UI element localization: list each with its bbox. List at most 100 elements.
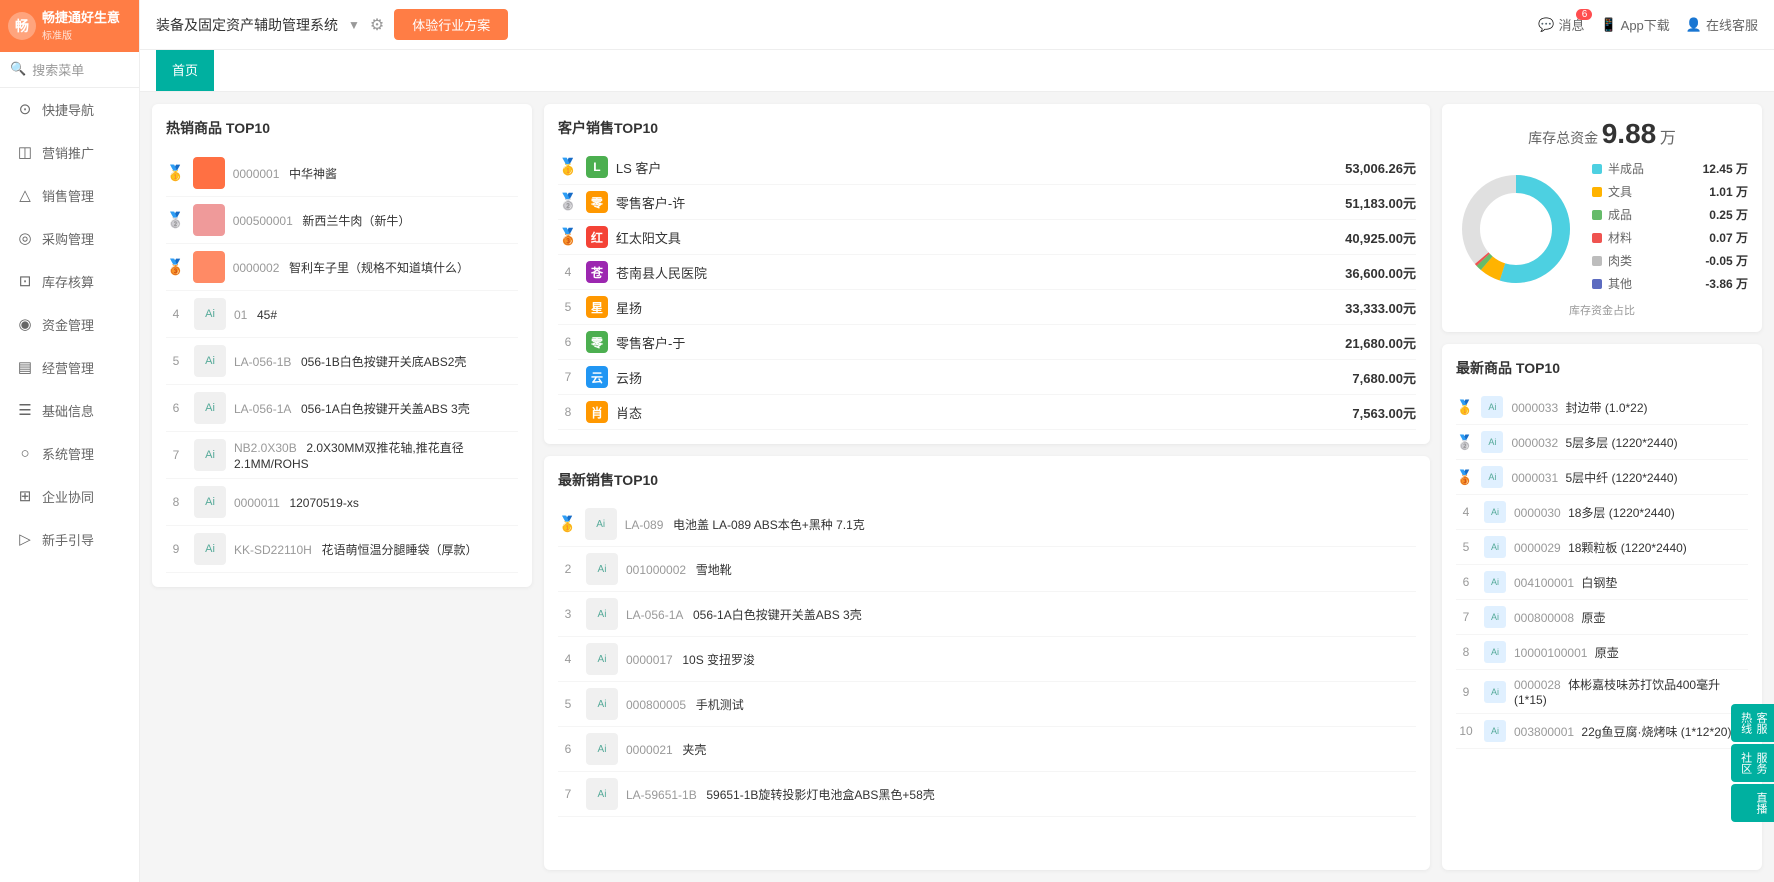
product-image-placeholder: Ai xyxy=(586,688,618,720)
product-code: LA-59651-1B xyxy=(626,788,697,802)
nav-label-marketing: 营销推广 xyxy=(42,143,94,162)
gold-medal-icon: 🥇 xyxy=(558,157,578,177)
product-name: 5层多层 (1220*2440) xyxy=(1566,436,1678,450)
sidebar-item-cooperation[interactable]: ⊞ 企业协同 xyxy=(0,475,139,518)
customer-amount: 7,680.00元 xyxy=(1352,368,1416,387)
product-code: 0000032 xyxy=(1511,436,1558,450)
inventory-unit: 万 xyxy=(1660,130,1676,147)
product-code: 004100001 xyxy=(1514,576,1574,590)
top-customer-row: 4 苍 苍南县人民医院 36,600.00元 xyxy=(558,255,1416,290)
product-icon: Ai xyxy=(1491,507,1499,517)
product-name: 雪地靴 xyxy=(696,563,732,577)
basic-info-icon: ☰ xyxy=(16,401,34,419)
legend-label: 肉类 xyxy=(1608,252,1632,269)
hot-product-row: 9 Ai KK-SD22110H 花语萌恒温分腿睡袋（厚款） xyxy=(166,526,518,573)
product-name: 18多层 (1220*2440) xyxy=(1568,506,1675,520)
settings-icon[interactable]: ⚙ xyxy=(370,15,384,35)
product-icon: Ai xyxy=(205,308,215,320)
rank-number: 7 xyxy=(166,448,186,462)
product-details: 01 45# xyxy=(234,307,518,322)
legend-label-group: 肉类 xyxy=(1592,252,1632,269)
app-download-button[interactable]: 📱 App下载 xyxy=(1600,15,1669,34)
latest-products-title: 最新商品 TOP10 xyxy=(1456,358,1748,378)
latest-product-row: 8 Ai 10000100001 原壶 xyxy=(1456,635,1748,670)
product-image-placeholder: Ai xyxy=(1484,536,1506,558)
customer-amount: 53,006.26元 xyxy=(1345,158,1416,177)
product-name: 中华神酱 xyxy=(289,167,337,181)
search-icon: 🔍 xyxy=(10,61,26,77)
legend-label-group: 成品 xyxy=(1592,206,1632,223)
product-details: 0000030 18多层 (1220*2440) xyxy=(1514,504,1748,521)
hot-product-row: 🥇 0000001 中华神酱 xyxy=(166,150,518,197)
sidebar-item-quick-nav[interactable]: ⊙ 快捷导航 xyxy=(0,88,139,131)
sidebar-item-purchase[interactable]: ◎ 采购管理 xyxy=(0,217,139,260)
float-btn-service[interactable]: 客服热线 xyxy=(1731,704,1774,742)
header-right: 💬 消息 6 📱 App下载 👤 在线客服 xyxy=(1538,15,1758,34)
float-btn-live[interactable]: 直播 xyxy=(1731,784,1774,822)
message-badge: 6 xyxy=(1576,9,1592,20)
sidebar-item-finance[interactable]: ◉ 资金管理 xyxy=(0,303,139,346)
main-nav: ⊙ 快捷导航 ◫ 营销推广 △ 销售管理 ◎ 采购管理 ⊡ 库存核算 ◉ 资金管… xyxy=(0,88,139,882)
product-details: 000800008 原壶 xyxy=(1514,609,1748,626)
rank-number: 5 xyxy=(1456,540,1476,554)
sidebar-item-marketing[interactable]: ◫ 营销推广 xyxy=(0,131,139,174)
nav-label-purchase: 采购管理 xyxy=(42,229,94,248)
rank-number: 5 xyxy=(166,354,186,368)
top-customer-row: 7 云 云扬 7,680.00元 xyxy=(558,360,1416,395)
latest-product-row: 4 Ai 0000030 18多层 (1220*2440) xyxy=(1456,495,1748,530)
hot-product-row: 🥈 000500001 新西兰牛肉（新牛） xyxy=(166,197,518,244)
legend-label-group: 半成品 xyxy=(1592,160,1644,177)
inventory-legend: 半成品 12.45 万 文具 1.01 万 成品 0.25 万 材料 0.07 … xyxy=(1592,160,1748,298)
inventory-total: 库存总资金 9.88 万 xyxy=(1456,118,1748,150)
top-customers-card: 客户销售TOP10 🥇 L LS 客户 53,006.26元 🥈 零 零售客户-… xyxy=(544,104,1430,444)
product-details: 0000029 18颗粒板 (1220*2440) xyxy=(1514,539,1748,556)
gold-medal-icon: 🥇 xyxy=(166,164,185,182)
product-icon: Ai xyxy=(598,699,607,710)
rank-number: 6 xyxy=(558,335,578,349)
sidebar-item-inventory[interactable]: ⊡ 库存核算 xyxy=(0,260,139,303)
product-name: 原壶 xyxy=(1581,611,1605,625)
float-btn-community[interactable]: 服务社区 xyxy=(1731,744,1774,782)
latest-product-row: 🥈 Ai 0000032 5层多层 (1220*2440) xyxy=(1456,425,1748,460)
online-service-button[interactable]: 👤 在线客服 xyxy=(1686,15,1758,34)
product-code: 000800005 xyxy=(626,698,686,712)
message-icon: 💬 xyxy=(1538,17,1554,33)
guide-icon: ▷ xyxy=(16,530,34,548)
product-code: LA-056-1A xyxy=(234,402,291,416)
product-details: 0000001 中华神酱 xyxy=(233,165,518,182)
search-menu[interactable]: 🔍 搜索菜单 xyxy=(0,52,139,88)
product-code: 0000028 xyxy=(1514,678,1561,692)
sidebar-item-system[interactable]: ○ 系统管理 xyxy=(0,432,139,475)
dropdown-icon[interactable]: ▼ xyxy=(348,18,360,32)
message-button[interactable]: 💬 消息 6 xyxy=(1538,15,1584,34)
product-code: LA-056-1A xyxy=(626,608,683,622)
bronze-medal-icon: 🥉 xyxy=(1456,469,1473,486)
operations-icon: ▤ xyxy=(16,358,34,376)
customer-badge: 星 xyxy=(586,296,608,318)
sidebar-item-guide[interactable]: ▷ 新手引导 xyxy=(0,518,139,561)
rank-number: 4 xyxy=(558,265,578,279)
legend-label: 其他 xyxy=(1608,275,1632,292)
sidebar-item-sales[interactable]: △ 销售管理 xyxy=(0,174,139,217)
trial-button[interactable]: 体验行业方案 xyxy=(394,9,508,40)
hot-products-title: 热销商品 TOP10 xyxy=(166,118,518,138)
rank-number: 6 xyxy=(558,742,578,756)
product-image-placeholder: Ai xyxy=(194,392,226,424)
sidebar-item-operations[interactable]: ▤ 经营管理 xyxy=(0,346,139,389)
top-customer-row: 🥇 L LS 客户 53,006.26元 xyxy=(558,150,1416,185)
tab-home[interactable]: 首页 xyxy=(156,50,214,91)
product-details: LA-59651-1B 59651-1B旋转投影灯电池盒ABS黑色+58壳 xyxy=(626,786,1416,803)
sidebar-item-basic-info[interactable]: ☰ 基础信息 xyxy=(0,389,139,432)
rank-number: 2 xyxy=(558,562,578,576)
inventory-ratio-label: 库存资金占比 xyxy=(1456,302,1748,318)
hot-product-row: 8 Ai 0000011 12070519-xs xyxy=(166,479,518,526)
product-details: 000800005 手机测试 xyxy=(626,696,1416,713)
home-icon: ⊙ xyxy=(16,100,34,118)
latest-sale-row: 3 Ai LA-056-1A 056-1A白色按键开关盖ABS 3壳 xyxy=(558,592,1416,637)
latest-product-row: 6 Ai 004100001 白钢垫 xyxy=(1456,565,1748,600)
product-icon: Ai xyxy=(596,519,605,530)
main-content: 热销商品 TOP10 🥇 0000001 中华神酱 🥈 000500001 新西… xyxy=(140,92,1774,882)
product-name: 12070519-xs xyxy=(289,496,358,510)
finance-icon: ◉ xyxy=(16,315,34,333)
cooperation-icon: ⊞ xyxy=(16,487,34,505)
